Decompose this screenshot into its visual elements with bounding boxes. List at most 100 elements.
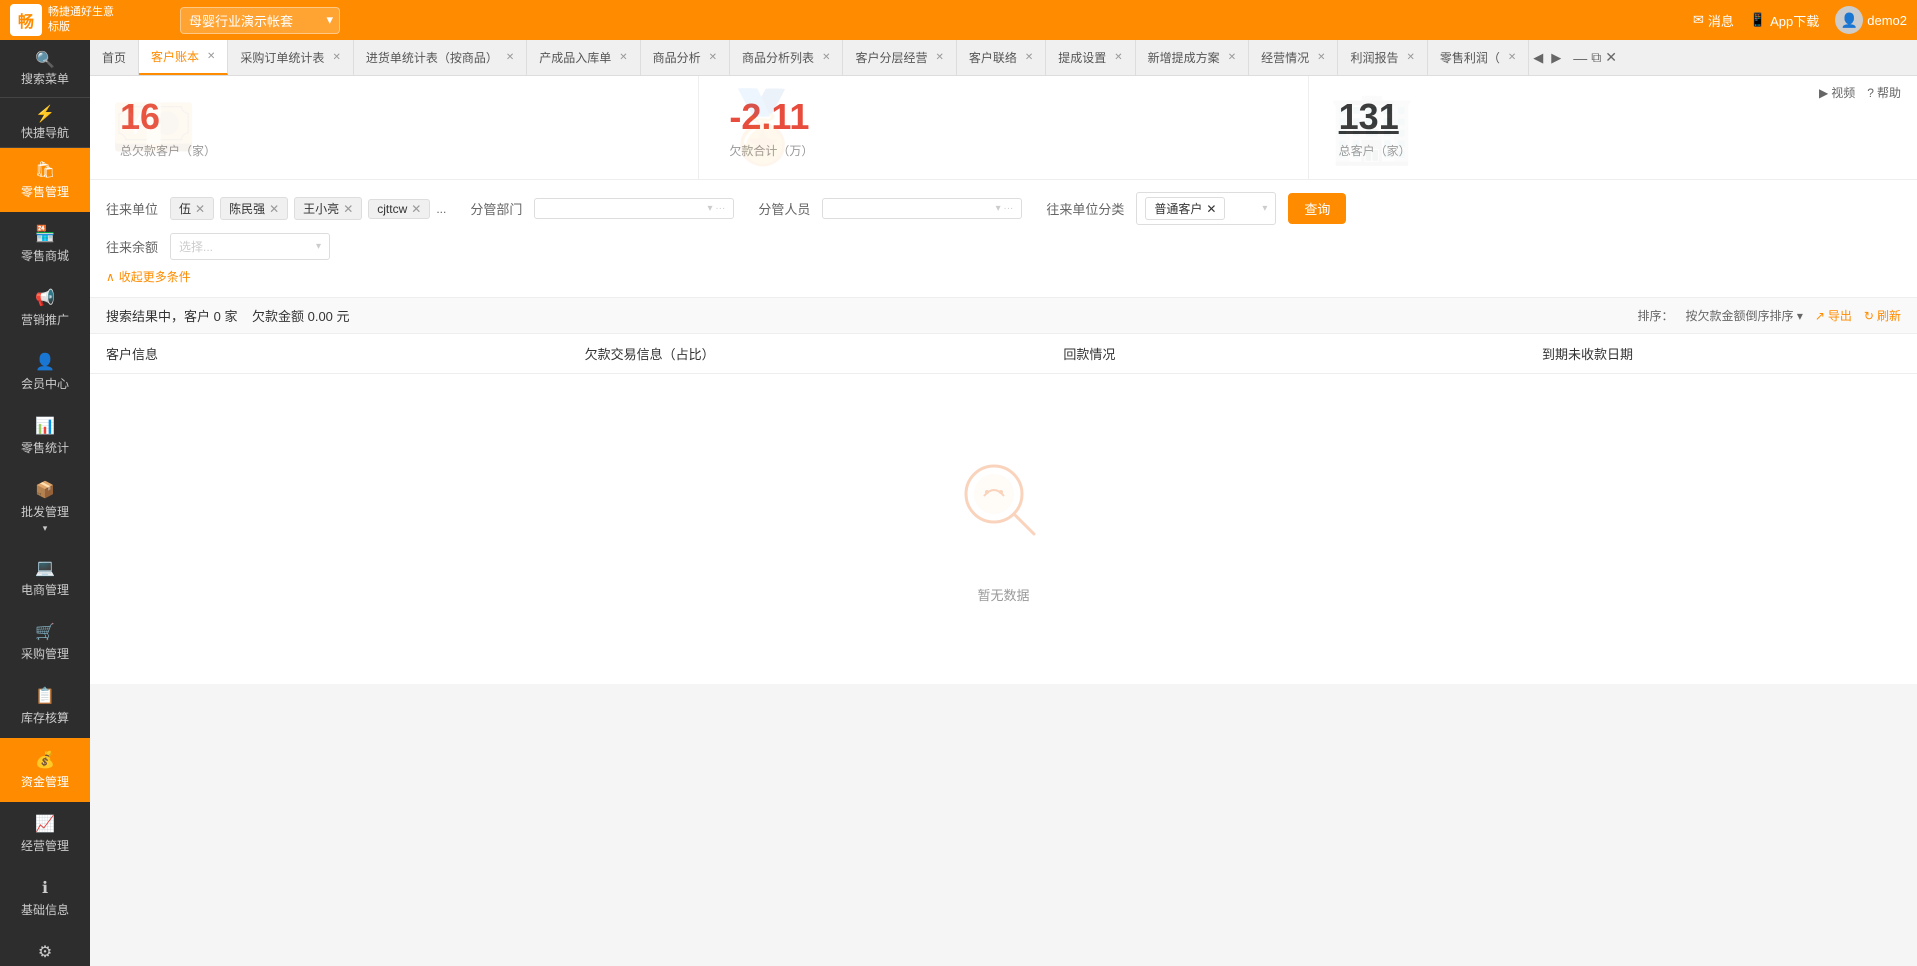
tab-close-customer-segment[interactable]: ✕ xyxy=(935,52,943,63)
tab-minimize-btn[interactable]: — xyxy=(1573,50,1587,66)
data-table: 客户信息 欠款交易信息（占比） 回款情况 到期未收款日期 xyxy=(90,334,1917,684)
tab-close-customer-contact[interactable]: ✕ xyxy=(1025,52,1033,63)
sidebar-item-inventory[interactable]: 📋 库存核算 xyxy=(0,674,90,738)
dept-filter-input[interactable]: ▾ ··· xyxy=(534,198,734,219)
col-header-repayment: 回款情况 xyxy=(1063,344,1542,363)
unit-filter-tags: 伍 ✕ 陈民强 ✕ 王小亮 ✕ xyxy=(170,197,446,220)
unit-tag-wu-close[interactable]: ✕ xyxy=(195,202,205,216)
refresh-icon: ↻ xyxy=(1864,309,1874,323)
refresh-btn[interactable]: ↻ 刷新 xyxy=(1864,307,1901,324)
tab-customer-contact[interactable]: 客户联络 ✕ xyxy=(957,40,1046,75)
tab-close-inbound[interactable]: ✕ xyxy=(506,52,514,63)
tab-close-product-analysis[interactable]: ✕ xyxy=(709,52,717,63)
tab-restore-btn[interactable]: ⧉ xyxy=(1591,49,1601,66)
person-filter-input[interactable]: ▾ ··· xyxy=(822,198,1022,219)
sort-select[interactable]: 按欠款金额倒序排序 ▾ xyxy=(1685,307,1802,324)
sidebar-item-basic-info[interactable]: ℹ 基础信息 xyxy=(0,866,90,930)
sort-label: 排序： xyxy=(1637,307,1673,324)
tab-close-product-analysis-list[interactable]: ✕ xyxy=(822,52,830,63)
collapse-button[interactable]: ∧ 收起更多条件 xyxy=(106,268,1901,285)
unit-tag-cjttcw: cjttcw ✕ xyxy=(368,199,430,219)
sidebar-item-operations[interactable]: 📈 经营管理 xyxy=(0,802,90,866)
query-button[interactable]: 查询 xyxy=(1288,193,1346,224)
content-area: 首页 客户账本 ✕ 采购订单统计表 ✕ 进货单统计表（按商品） ✕ 产成品入库单… xyxy=(90,40,1917,966)
sidebar-item-sys-mgmt[interactable]: ⚙ 系统管理 xyxy=(0,930,90,966)
col-header-customer: 客户信息 xyxy=(106,344,585,363)
tab-scroll-left[interactable]: ◀ xyxy=(1529,50,1547,66)
message-btn[interactable]: ✉ 消息 xyxy=(1693,11,1734,30)
tab-close-all-btn[interactable]: ✕ xyxy=(1605,49,1617,66)
sidebar-search[interactable]: 🔍 搜索菜单 xyxy=(0,40,90,98)
tab-profit-report[interactable]: 利润报告 ✕ xyxy=(1338,40,1427,75)
enterprise-selector[interactable]: 母婴行业演示帐套 xyxy=(180,7,340,34)
retail-stats-icon: 📊 xyxy=(35,416,55,436)
balance-filter-input[interactable]: 选择... ▾ xyxy=(170,233,330,260)
tab-close-production[interactable]: ✕ xyxy=(619,52,627,63)
filter-row-1: 往来单位 伍 ✕ 陈民强 ✕ 王小亮 xyxy=(106,192,1901,225)
export-btn[interactable]: ↗ 导出 xyxy=(1815,307,1852,324)
sidebar-item-ecommerce[interactable]: 💻 电商管理 xyxy=(0,546,90,610)
sidebar-item-retail-mgmt[interactable]: 🛍 零售管理 xyxy=(0,148,90,212)
tab-win-btns: — ⧉ ✕ xyxy=(1565,49,1625,66)
unit-tag-more-btn[interactable]: ... xyxy=(436,202,446,216)
sidebar-quick-nav[interactable]: ⚡ 快捷导航 xyxy=(0,98,90,148)
tab-tip-settings[interactable]: 提成设置 ✕ xyxy=(1046,40,1135,75)
tab-close-customer-ledger[interactable]: ✕ xyxy=(207,51,215,62)
tab-operations-status[interactable]: 经营情况 ✕ xyxy=(1249,40,1338,75)
tab-close-purchase-order[interactable]: ✕ xyxy=(332,52,340,63)
tab-close-operations[interactable]: ✕ xyxy=(1317,52,1325,63)
stat-bg-badge-icon: 🏅 xyxy=(719,88,806,166)
tab-customer-ledger[interactable]: 客户账本 ✕ xyxy=(139,40,228,75)
tab-scroll-right[interactable]: ▶ xyxy=(1547,50,1565,66)
tab-close-profit[interactable]: ✕ xyxy=(1407,52,1415,63)
tab-inbound-stats[interactable]: 进货单统计表（按商品） ✕ xyxy=(354,40,527,75)
message-icon: ✉ xyxy=(1693,12,1704,28)
avatar: 👤 xyxy=(1835,6,1863,34)
stat-total-customers: 🏢 131 总客户（家） xyxy=(1309,76,1917,179)
category-filter-input[interactable]: 普通客户 ✕ ▾ xyxy=(1136,192,1276,225)
tab-bar: 首页 客户账本 ✕ 采购订单统计表 ✕ 进货单统计表（按商品） ✕ 产成品入库单… xyxy=(90,40,1917,76)
dept-expand-icon: ▾ ··· xyxy=(708,203,726,214)
download-icon: 📱 xyxy=(1750,12,1766,28)
category-tag-close[interactable]: ✕ xyxy=(1206,202,1216,216)
tab-close-retail-profit[interactable]: ✕ xyxy=(1508,52,1516,63)
basic-info-icon: ℹ xyxy=(42,878,48,898)
unit-tag-cjttcw-close[interactable]: ✕ xyxy=(411,202,421,216)
unit-tag-chen-close[interactable]: ✕ xyxy=(269,202,279,216)
user-btn[interactable]: 👤 demo2 xyxy=(1835,6,1907,34)
tab-customer-segment[interactable]: 客户分层经营 ✕ xyxy=(843,40,956,75)
person-expand-icon: ▾ ··· xyxy=(996,203,1014,214)
logo-icon: 畅 xyxy=(10,4,42,36)
tab-close-tip-settings[interactable]: ✕ xyxy=(1114,52,1122,63)
sidebar-item-retail-stats[interactable]: 📊 零售统计 xyxy=(0,404,90,468)
retail-mall-icon: 🏪 xyxy=(35,224,55,244)
sidebar-item-capital[interactable]: 💰 资金管理 xyxy=(0,738,90,802)
retail-mgmt-icon: 🛍 xyxy=(35,160,55,180)
sidebar-item-retail-mall[interactable]: 🏪 零售商城 xyxy=(0,212,90,276)
stat-overdue-amount: 🏅 -2.11 欠款合计（万） xyxy=(699,76,1308,179)
ecommerce-icon: 💻 xyxy=(35,558,55,578)
tab-home[interactable]: 首页 xyxy=(90,40,139,75)
result-info: 搜索结果中，客户 0 家 欠款金额 0.00 元 xyxy=(106,306,350,325)
tab-production-inbound[interactable]: 产成品入库单 ✕ xyxy=(527,40,640,75)
collapse-area: ∧ 收起更多条件 xyxy=(106,268,1901,285)
unit-tag-wang-close[interactable]: ✕ xyxy=(343,202,353,216)
empty-state-icon xyxy=(954,454,1054,573)
sidebar-item-batch-mgmt[interactable]: 📦 批发管理 ▾ xyxy=(0,468,90,546)
tab-product-analysis[interactable]: 商品分析 ✕ xyxy=(641,40,730,75)
member-icon: 👤 xyxy=(35,352,55,372)
app-download-btn[interactable]: 📱 App下载 xyxy=(1750,11,1819,30)
sidebar-item-member[interactable]: 👤 会员中心 xyxy=(0,340,90,404)
tab-retail-profit[interactable]: 零售利润（ ✕ xyxy=(1428,40,1529,75)
tab-product-analysis-list[interactable]: 商品分析列表 ✕ xyxy=(730,40,843,75)
unit-tag-chen: 陈民强 ✕ xyxy=(220,197,288,220)
balance-filter-label: 往来余额 xyxy=(106,237,158,256)
collapse-icon: ∧ xyxy=(106,270,115,284)
tab-purchase-order-stats[interactable]: 采购订单统计表 ✕ xyxy=(228,40,353,75)
tab-new-tip-scheme[interactable]: 新增提成方案 ✕ xyxy=(1136,40,1249,75)
sidebar-item-marketing[interactable]: 📢 营销推广 xyxy=(0,276,90,340)
sidebar-item-purchase[interactable]: 🛒 采购管理 xyxy=(0,610,90,674)
tab-close-new-tip[interactable]: ✕ xyxy=(1228,52,1236,63)
unit-tag-wu: 伍 ✕ xyxy=(170,197,214,220)
top-bar: 畅 畅捷通好生意标版 母婴行业演示帐套 ✉ 消息 📱 App下载 👤 demo2 xyxy=(0,0,1917,40)
